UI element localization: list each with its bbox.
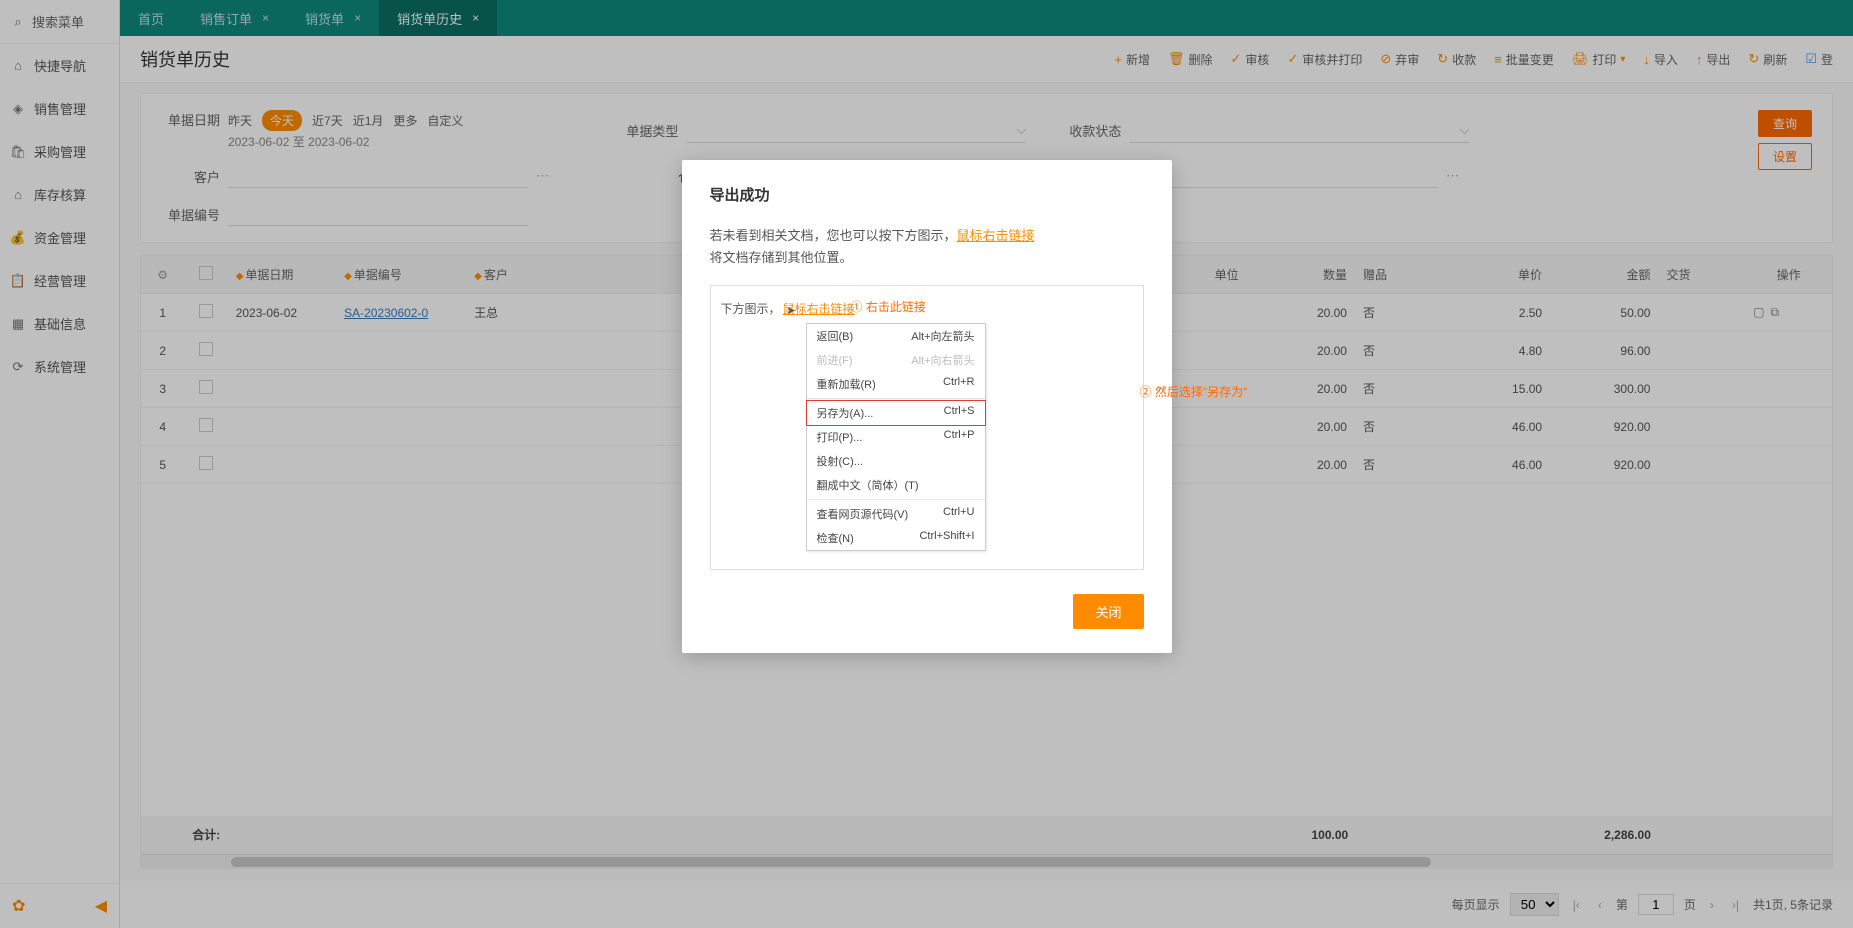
modal-text-2: 将文档存储到其他位置。: [710, 250, 853, 265]
cursor-icon: ➤: [787, 304, 796, 317]
modal-text-1: 若未看到相关文档，您也可以按下方图示，: [710, 228, 957, 243]
context-menu-item: 重新加载(R)Ctrl+R: [807, 372, 985, 396]
right-click-link[interactable]: 鼠标右击链接: [957, 228, 1035, 243]
context-menu-item: 前进(F)Alt+向右箭头: [807, 348, 985, 372]
context-menu-item: 打印(P)...Ctrl+P: [807, 425, 985, 449]
modal-title: 导出成功: [710, 184, 1144, 205]
context-menu-item: 查看网页源代码(V)Ctrl+U: [807, 502, 985, 526]
context-menu-demo: 返回(B)Alt+向左箭头前进(F)Alt+向右箭头重新加载(R)Ctrl+R 另…: [806, 323, 986, 551]
context-menu-item: 翻成中文（简体）(T): [807, 473, 985, 497]
modal-body-text: 若未看到相关文档，您也可以按下方图示，鼠标右击链接 将文档存储到其他位置。: [710, 225, 1144, 269]
demo-illustration: 下方图示，鼠标右击链接 ➤ ① 右击此链接 返回(B)Alt+向左箭头前进(F)…: [710, 285, 1144, 570]
context-menu-item: 检查(N)Ctrl+Shift+I: [807, 526, 985, 550]
demo-prefix: 下方图示，: [721, 302, 781, 316]
tip-1: ① 右击此链接: [851, 298, 926, 315]
context-menu-item: 另存为(A)...Ctrl+S: [806, 400, 986, 426]
modal-overlay[interactable]: 导出成功 若未看到相关文档，您也可以按下方图示，鼠标右击链接 将文档存储到其他位…: [0, 0, 1853, 928]
context-menu-item: 返回(B)Alt+向左箭头: [807, 324, 985, 348]
export-success-modal: 导出成功 若未看到相关文档，您也可以按下方图示，鼠标右击链接 将文档存储到其他位…: [682, 160, 1172, 653]
tip-2: ② 然后选择"另存为": [1140, 383, 1250, 400]
context-menu-item: 投射(C)...: [807, 449, 985, 473]
close-button[interactable]: 关闭: [1073, 594, 1143, 629]
